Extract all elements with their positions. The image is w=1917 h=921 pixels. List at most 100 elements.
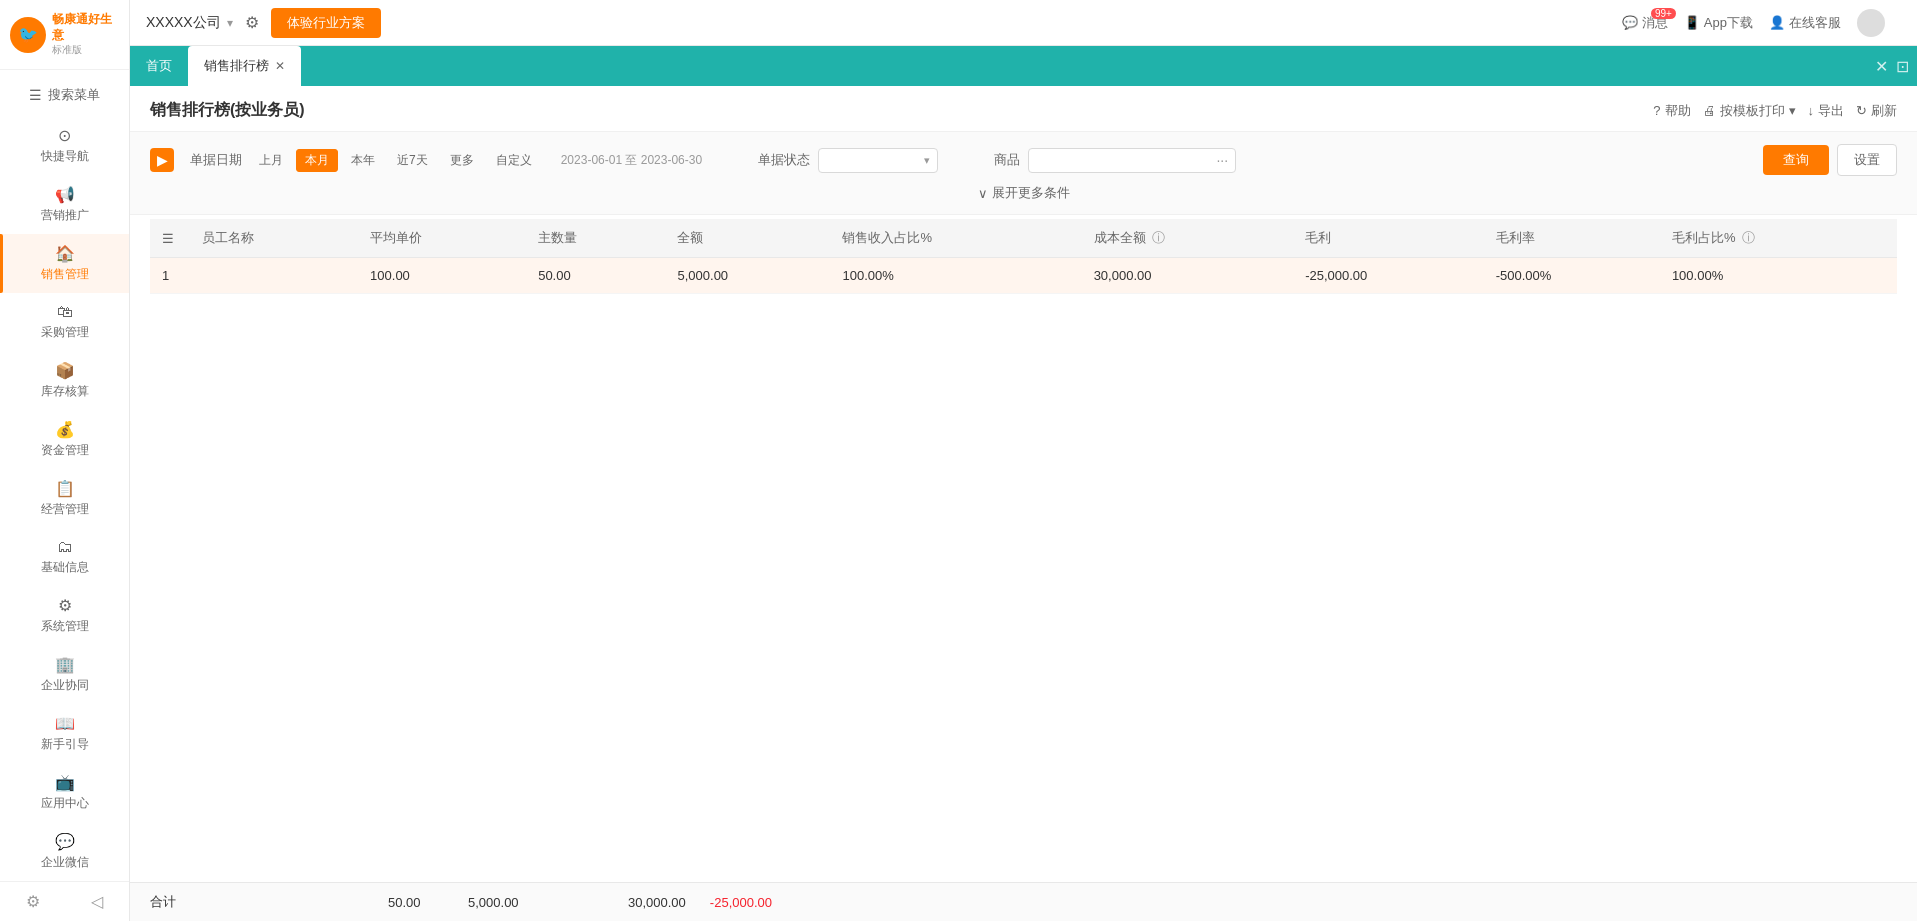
print-button[interactable]: 🖨 按模板打印 ▾	[1703, 102, 1796, 120]
sidebar-label-shortcut: 快捷导航	[41, 148, 89, 165]
sidebar-item-search[interactable]: ☰ 搜索菜单	[0, 74, 129, 116]
tab-close-window-icon[interactable]: ✕	[1875, 57, 1888, 76]
page-content: 销售排行榜(按业务员) ? 帮助 🖨 按模板打印 ▾ ↓ 导出 ↻ 刷新	[130, 86, 1917, 921]
date-tab-custom[interactable]: 自定义	[487, 149, 541, 172]
goods-input[interactable]	[1028, 148, 1236, 173]
sidebar-item-marketing[interactable]: 📢 营销推广	[0, 175, 129, 234]
app-download-button[interactable]: 📱 App下载	[1684, 14, 1753, 32]
sidebar-item-guide[interactable]: 📖 新手引导	[0, 704, 129, 763]
sidebar-nav: ☰ 搜索菜单 ⊙ 快捷导航 📢 营销推广 🏠 销售管理 🛍 采购管理 📦 库存核…	[0, 70, 129, 881]
date-tab-this-year[interactable]: 本年	[342, 149, 384, 172]
sidebar-label-guide: 新手引导	[41, 736, 89, 753]
query-button[interactable]: 查询	[1763, 145, 1829, 175]
sidebar-item-enterprise[interactable]: 🏢 企业协同	[0, 645, 129, 704]
sidebar-item-basic[interactable]: 🗂 基础信息	[0, 528, 129, 586]
footer-gross-pct	[864, 895, 944, 910]
print-dropdown-icon: ▾	[1789, 103, 1796, 118]
system-icon: ⚙	[58, 596, 72, 615]
footer-qty: 50.00	[376, 895, 456, 910]
main-area: XXXXX公司 ▾ ⚙ 体验行业方案 💬 消息 99+ 📱 App下载 👤 在线…	[130, 0, 1917, 921]
download-label: App下载	[1704, 14, 1753, 32]
gross-pct-info-icon[interactable]: ⓘ	[1742, 230, 1755, 245]
cell-gross: -25,000.00	[1293, 258, 1484, 294]
tabbar-actions: ✕ ⊡	[1875, 57, 1917, 76]
date-tab-this-month[interactable]: 本月	[296, 149, 338, 172]
date-tab-last-month[interactable]: 上月	[250, 149, 292, 172]
th-name: 员工名称	[190, 219, 358, 258]
basic-icon: 🗂	[57, 538, 73, 556]
sidebar-item-system[interactable]: ⚙ 系统管理	[0, 586, 129, 645]
page-title: 销售排行榜(按业务员)	[150, 100, 305, 121]
date-tab-7days[interactable]: 近7天	[388, 149, 437, 172]
goods-input-icon[interactable]: ···	[1216, 152, 1228, 168]
messages-button[interactable]: 💬 消息 99+	[1622, 14, 1668, 32]
table-header-row: ☰ 员工名称 平均单价 主数量 全额 销售收入占比% 成本全额 ⓘ 毛利 毛利率	[150, 219, 1897, 258]
th-amount: 全额	[665, 219, 830, 258]
th-qty: 主数量	[526, 219, 665, 258]
th-cost: 成本全额 ⓘ	[1082, 219, 1293, 258]
footer-gross-rate	[784, 895, 864, 910]
cell-gross-pct: 100.00%	[1660, 258, 1897, 294]
message-badge: 99+	[1651, 8, 1676, 19]
sidebar-logo: 🐦 畅康通好生意 标准版	[0, 0, 129, 70]
refresh-button[interactable]: ↻ 刷新	[1856, 102, 1897, 120]
operations-icon: 📋	[55, 479, 75, 498]
trial-button[interactable]: 体验行业方案	[271, 8, 381, 38]
company-selector[interactable]: XXXXX公司 ▾	[146, 14, 233, 32]
date-range-text: 2023-06-01 至 2023-06-30	[561, 152, 702, 169]
sidebar-item-operations[interactable]: 📋 经营管理	[0, 469, 129, 528]
sidebar-item-inventory[interactable]: 📦 库存核算	[0, 351, 129, 410]
cell-avg-price: 100.00	[358, 258, 526, 294]
sidebar-collapse-icon[interactable]: ◁	[91, 892, 103, 911]
sidebar-label-purchase: 采购管理	[41, 324, 89, 341]
cost-info-icon[interactable]: ⓘ	[1152, 230, 1165, 245]
tabbar: 首页 销售排行榜 ✕ ✕ ⊡	[130, 46, 1917, 86]
sidebar-label-apps: 应用中心	[41, 795, 89, 812]
app-name: 畅康通好生意	[52, 12, 119, 43]
sidebar-item-shortcut[interactable]: ⊙ 快捷导航	[0, 116, 129, 175]
cell-name	[190, 258, 358, 294]
tab-restore-icon[interactable]: ⊡	[1896, 57, 1909, 76]
date-tab-more[interactable]: 更多	[441, 149, 483, 172]
th-gross: 毛利	[1293, 219, 1484, 258]
status-select[interactable]	[818, 148, 938, 173]
tab-home[interactable]: 首页	[130, 46, 188, 86]
phone-icon: 📱	[1684, 15, 1700, 30]
marketing-icon: 📢	[55, 185, 75, 204]
tab-close-icon[interactable]: ✕	[275, 59, 285, 73]
sidebar-label-marketing: 营销推广	[41, 207, 89, 224]
cell-qty: 50.00	[526, 258, 665, 294]
sidebar-label-inventory: 库存核算	[41, 383, 89, 400]
enterprise-icon: 🏢	[55, 655, 75, 674]
settings-column-icon[interactable]: ☰	[162, 231, 174, 246]
cell-cost: 30,000.00	[1082, 258, 1293, 294]
expand-more-button[interactable]: ∨ 展开更多条件	[150, 184, 1897, 202]
goods-input-wrap: ···	[1028, 148, 1236, 173]
topbar-settings-icon[interactable]: ⚙	[245, 13, 259, 32]
filter-toggle-button[interactable]: ▶	[150, 148, 174, 172]
footer-avg-price	[296, 895, 376, 910]
sidebar-item-sales[interactable]: 🏠 销售管理	[0, 234, 129, 293]
guide-icon: 📖	[55, 714, 75, 733]
online-service-button[interactable]: 👤 在线客服	[1769, 14, 1841, 32]
status-select-wrap	[818, 148, 938, 173]
sidebar-label-sales: 销售管理	[41, 266, 89, 283]
sidebar-item-apps[interactable]: 📺 应用中心	[0, 763, 129, 822]
sidebar-item-wechat[interactable]: 💬 企业微信	[0, 822, 129, 881]
sidebar-item-purchase[interactable]: 🛍 采购管理	[0, 293, 129, 351]
status-filter: 单据状态	[758, 148, 938, 173]
filter-area: ▶ 单据日期 上月 本月 本年 近7天 更多 自定义 2023-06-01 至	[130, 132, 1917, 215]
export-button[interactable]: ↓ 导出	[1808, 102, 1845, 120]
sidebar-label-search: 搜索菜单	[48, 86, 100, 104]
footer-total-label: 合计	[150, 893, 176, 911]
goods-filter: 商品 ···	[994, 148, 1236, 173]
help-button[interactable]: ? 帮助	[1653, 102, 1690, 120]
tab-sales-rank[interactable]: 销售排行榜 ✕	[188, 46, 301, 86]
sidebar-label-enterprise: 企业协同	[41, 677, 89, 694]
sidebar-item-finance[interactable]: 💰 资金管理	[0, 410, 129, 469]
date-filter-label: 单据日期	[190, 151, 242, 169]
filter-settings-button[interactable]: 设置	[1837, 144, 1897, 176]
sidebar-settings-icon[interactable]: ⚙	[26, 892, 40, 911]
user-avatar[interactable]	[1857, 9, 1885, 37]
page-header: 销售排行榜(按业务员) ? 帮助 🖨 按模板打印 ▾ ↓ 导出 ↻ 刷新	[130, 86, 1917, 132]
